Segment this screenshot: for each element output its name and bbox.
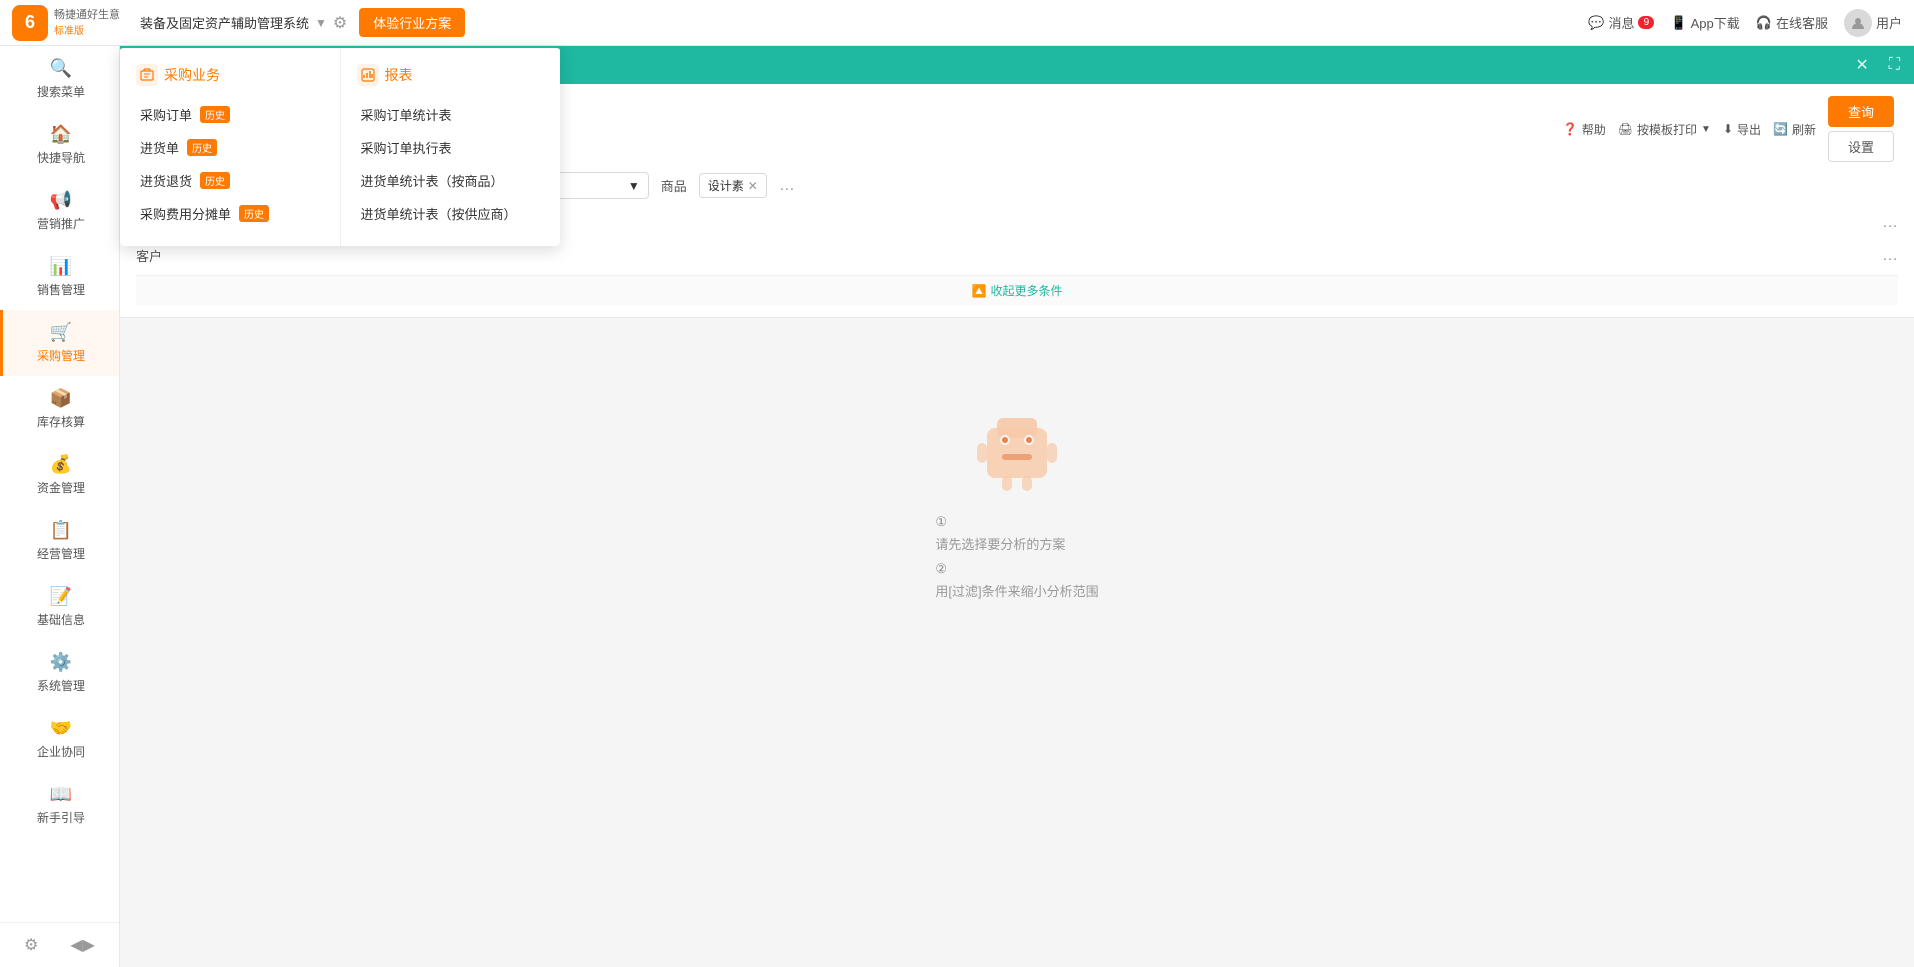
dropdown-purchase-col: 采购业务 采购订单 历史 进货单 历史 进货退货 历史 采购费用分摊单 历史 — [120, 48, 340, 246]
dropdown-item-purchase-expense[interactable]: 采购费用分摊单 历史 — [136, 197, 324, 230]
sidebar-item-basic-info[interactable]: 📝 基础信息 — [0, 574, 119, 640]
staff-more-btn[interactable]: … — [1882, 214, 1898, 232]
dropdown-item-purchase-order[interactable]: 采购订单 历史 — [136, 98, 324, 131]
app-download-btn[interactable]: 📱 App下载 — [1670, 13, 1739, 32]
message-icon: 💬 — [1588, 15, 1604, 31]
sidebar-collapse-btn[interactable]: ◀▶ — [66, 931, 99, 959]
setting-btn[interactable]: 设置 — [1828, 131, 1894, 162]
system-title: 装备及固定资产辅助管理系统 ▼ ⚙ — [140, 13, 347, 33]
dropdown-item-report-order-exec[interactable]: 采购订单执行表 — [357, 131, 545, 164]
dropdown-item-report-receipt-product[interactable]: 进货单统计表（按商品） — [357, 164, 545, 197]
phone-icon: 📱 — [1670, 15, 1686, 31]
topbar: 6 畅捷通好生意 标准版 装备及固定资产辅助管理系统 ▼ ⚙ 体验行业方案 💬 … — [0, 0, 1914, 46]
basic-info-icon: 📝 — [50, 586, 72, 607]
search-icon: 🔍 — [50, 58, 72, 79]
sidebar: 🔍 搜索菜单 🏠 快捷导航 📢 营销推广 📊 销售管理 🛒 采购管理 📦 库存核… — [0, 46, 120, 967]
industry-btn[interactable]: 体验行业方案 — [359, 8, 465, 37]
sidebar-item-search[interactable]: 🔍 搜索菜单 — [0, 46, 119, 112]
product-tag: 设计素 ✕ — [699, 173, 767, 198]
history-badge-1: 历史 — [187, 139, 217, 156]
help-btn[interactable]: ❓ 帮助 — [1563, 121, 1606, 138]
headset-icon: 🎧 — [1756, 15, 1772, 31]
sidebar-item-quick-nav[interactable]: 🏠 快捷导航 — [0, 112, 119, 178]
status-dropdown-icon: ▼ — [628, 179, 640, 193]
tab-fullscreen-btn[interactable]: ⛶ — [1883, 54, 1906, 76]
purchase-col-icon — [136, 64, 158, 86]
sidebar-item-system[interactable]: ⚙️ 系统管理 — [0, 640, 119, 706]
print-dropdown-icon: ▼ — [1701, 124, 1711, 135]
export-icon: ⬇ — [1723, 122, 1733, 136]
chevron-up-icon: 🔼 — [972, 284, 987, 298]
online-service-btn[interactable]: 🎧 在线客服 — [1756, 13, 1828, 32]
query-btn[interactable]: 查询 — [1828, 96, 1894, 127]
home-icon: 🏠 — [50, 124, 72, 145]
logo-area: 6 畅捷通好生意 标准版 — [12, 5, 132, 41]
system-icon: ⚙️ — [50, 652, 72, 673]
refresh-btn[interactable]: 🔄 刷新 — [1773, 121, 1816, 138]
print-btn[interactable]: 🖨 按模板打印 ▼ — [1618, 121, 1711, 138]
dropdown-report-col: 报表 采购订单统计表 采购订单执行表 进货单统计表（按商品） 进货单统计表（按供… — [340, 48, 561, 246]
sidebar-item-guide[interactable]: 📖 新手引导 — [0, 772, 119, 838]
operations-icon: 📋 — [50, 520, 72, 541]
marketing-icon: 📢 — [50, 190, 72, 211]
avatar — [1844, 9, 1872, 37]
dropdown-arrow-icon[interactable]: ▼ — [315, 16, 327, 30]
product-tag-close-btn[interactable]: ✕ — [748, 179, 758, 193]
empty-illustration — [967, 398, 1067, 498]
finance-icon: 💰 — [50, 454, 72, 475]
logo-icon: 6 — [12, 5, 48, 41]
sidebar-item-operations[interactable]: 📋 经营管理 — [0, 508, 119, 574]
tab-close-window-btn[interactable]: ✕ — [1849, 53, 1874, 77]
sidebar-item-finance[interactable]: 💰 资金管理 — [0, 442, 119, 508]
filter-row-3: 客户 … — [136, 246, 1898, 265]
dropdown-item-purchase-return[interactable]: 进货退货 历史 — [136, 164, 324, 197]
cooperation-icon: 🤝 — [50, 718, 72, 739]
sidebar-item-cooperation[interactable]: 🤝 企业协同 — [0, 706, 119, 772]
query-btns: 查询 设置 — [1828, 96, 1894, 162]
print-icon: 🖨 — [1618, 122, 1633, 136]
purchase-dropdown-menu: 采购业务 采购订单 历史 进货单 历史 进货退货 历史 采购费用分摊单 历史 — [120, 46, 560, 246]
refresh-icon: 🔄 — [1773, 122, 1788, 136]
sidebar-bottom: ⚙ ◀▶ — [0, 922, 119, 967]
logo-text: 畅捷通好生意 标准版 — [54, 8, 120, 37]
product-more-btn[interactable]: … — [779, 177, 795, 195]
dropdown-purchase-title: 采购业务 — [136, 64, 324, 86]
inventory-icon: 📦 — [50, 388, 72, 409]
guide-icon: 📖 — [50, 784, 72, 805]
sidebar-item-inventory[interactable]: 📦 库存核算 — [0, 376, 119, 442]
empty-state: ① 请先选择要分析的方案 ② 用[过滤]条件来缩小分析范围 — [120, 318, 1914, 684]
empty-text: ① 请先选择要分析的方案 ② 用[过滤]条件来缩小分析范围 — [935, 510, 1098, 604]
history-badge-0: 历史 — [200, 106, 230, 123]
messages-btn[interactable]: 💬 消息 9 — [1588, 13, 1654, 32]
purchase-icon: 🛒 — [50, 322, 72, 343]
user-btn[interactable]: 用户 — [1844, 9, 1902, 37]
dropdown-report-title: 报表 — [357, 64, 545, 86]
history-badge-3: 历史 — [239, 205, 269, 222]
export-btn[interactable]: ⬇ 导出 — [1723, 121, 1761, 138]
dropdown-item-purchase-receipt[interactable]: 进货单 历史 — [136, 131, 324, 164]
history-badge-2: 历史 — [200, 172, 230, 189]
topbar-right: 💬 消息 9 📱 App下载 🎧 在线客服 用户 — [1588, 9, 1902, 37]
sidebar-item-purchase[interactable]: 🛒 采购管理 — [0, 310, 119, 376]
sales-icon: 📊 — [50, 256, 72, 277]
sidebar-item-marketing[interactable]: 📢 营销推广 — [0, 178, 119, 244]
settings-icon[interactable]: ⚙ — [333, 13, 347, 33]
help-icon: ❓ — [1563, 122, 1578, 136]
tab-bar-right: ✕ ⛶ — [1849, 53, 1906, 77]
dropdown-item-report-order-stats[interactable]: 采购订单统计表 — [357, 98, 545, 131]
collapse-bar[interactable]: 🔼 收起更多条件 — [136, 275, 1898, 305]
sidebar-item-sales[interactable]: 📊 销售管理 — [0, 244, 119, 310]
dropdown-item-report-receipt-supplier[interactable]: 进货单统计表（按供应商） — [357, 197, 545, 230]
report-col-icon — [357, 64, 379, 86]
sidebar-settings-btn[interactable]: ⚙ — [20, 931, 42, 959]
customer-more-btn[interactable]: … — [1882, 247, 1898, 265]
